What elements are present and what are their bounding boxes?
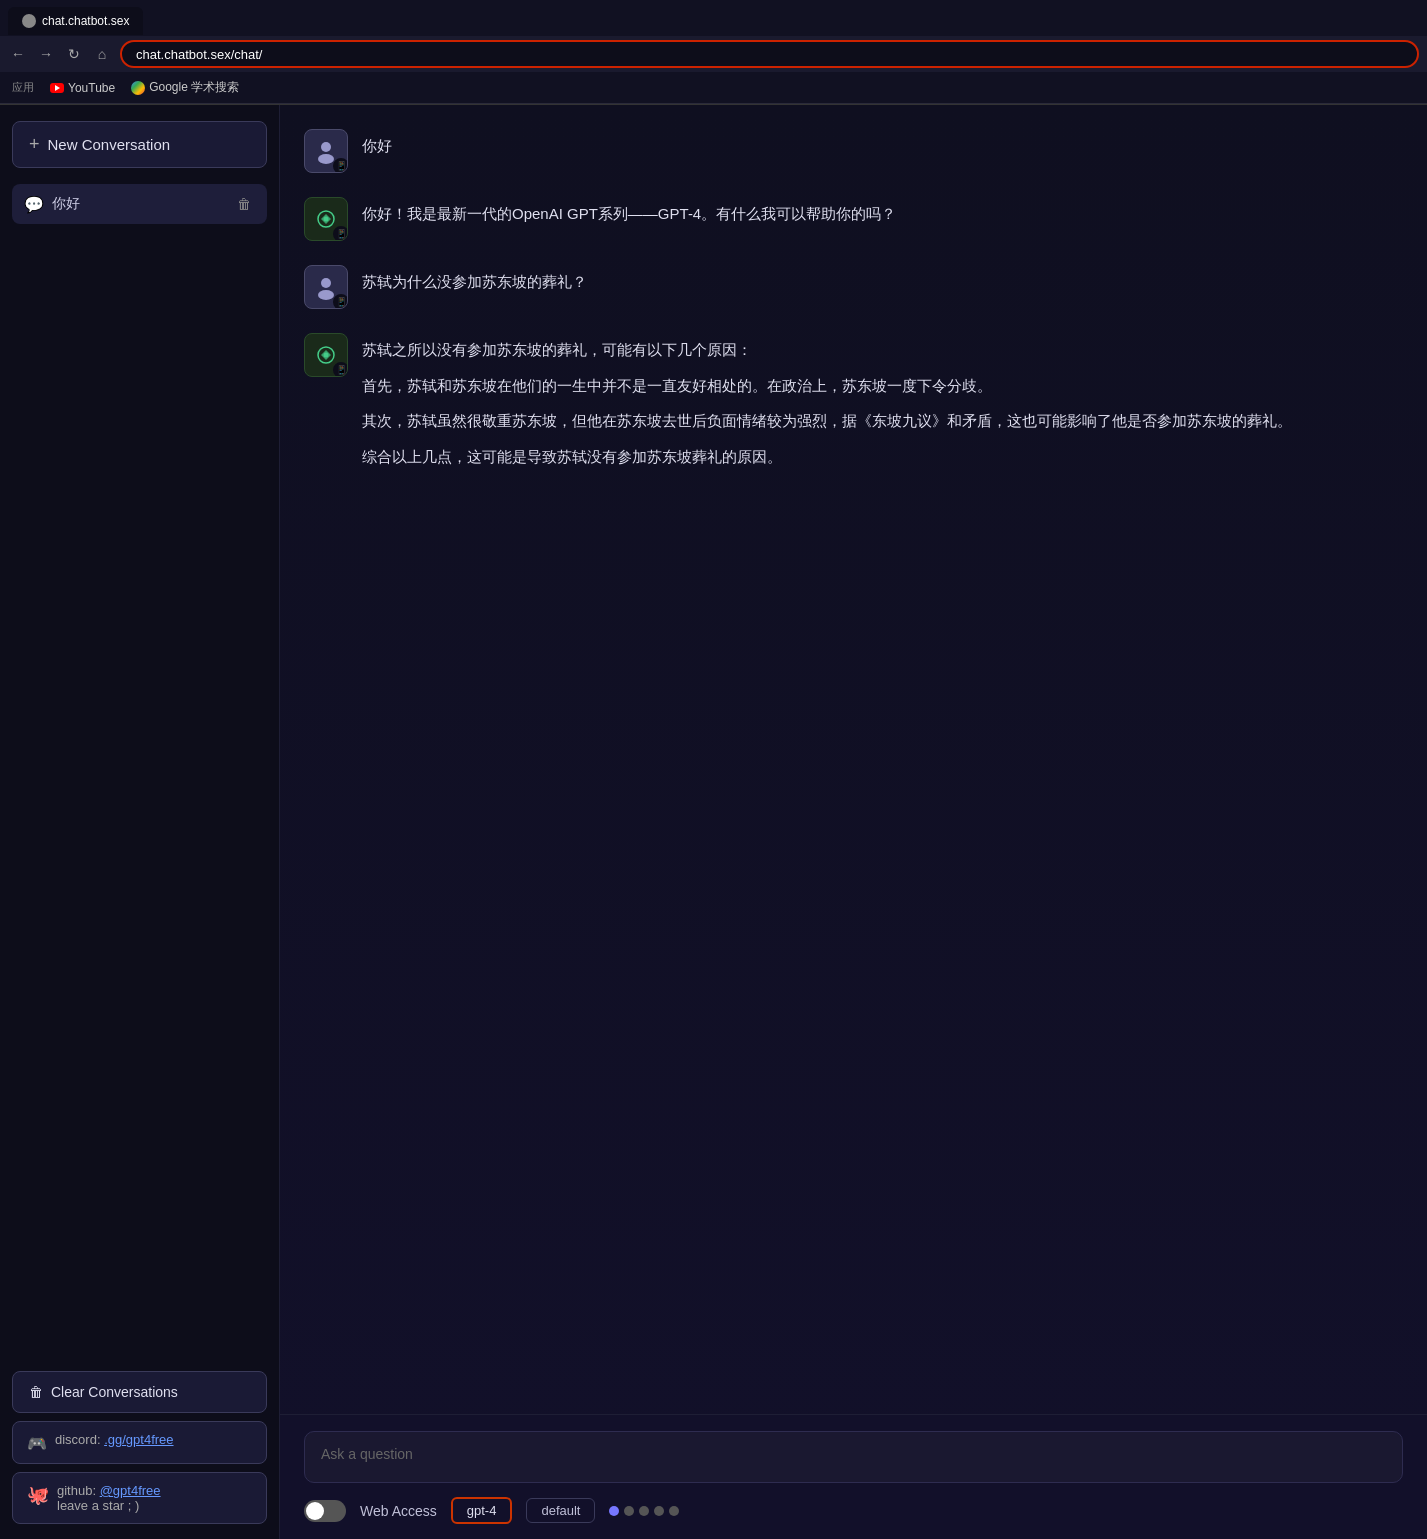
svg-marker-0 — [55, 85, 60, 91]
forward-button[interactable]: → — [36, 44, 56, 64]
ai2-para3: 其次，苏轼虽然很敬重苏东坡，但他在苏东坡去世后负面情绪较为强烈，据《东坡九议》和… — [362, 408, 1387, 434]
google-scholar-label: Google 学术搜索 — [149, 79, 239, 96]
active-tab[interactable]: chat.chatbot.sex — [8, 7, 143, 35]
tab-bar: chat.chatbot.sex — [0, 0, 1427, 36]
dot-1[interactable] — [609, 1506, 619, 1516]
new-conversation-label: New Conversation — [48, 136, 171, 153]
ai2-para2: 首先，苏轼和苏东坡在他们的一生中并不是一直友好相处的。在政治上，苏东坡一度下令分… — [362, 373, 1387, 399]
browser-chrome: chat.chatbot.sex ← → ↻ ⌂ chat.chatbot.se… — [0, 0, 1427, 105]
app-container: + New Conversation 💬 你好 🗑 🗑 Clear Conver… — [0, 105, 1427, 1539]
svg-point-8 — [324, 353, 329, 358]
discord-icon: 🎮 — [27, 1434, 47, 1453]
bookmark-youtube[interactable]: YouTube — [50, 81, 115, 95]
ai-avatar-badge-2: 📱 — [333, 362, 348, 377]
svg-point-5 — [321, 278, 331, 288]
conv-left: 💬 你好 — [24, 195, 80, 214]
clear-icon: 🗑 — [29, 1384, 43, 1400]
refresh-button[interactable]: ↻ — [64, 44, 84, 64]
dots-row — [609, 1506, 679, 1516]
input-controls: Web Access gpt-4 default — [304, 1497, 1403, 1524]
web-access-toggle[interactable] — [304, 1500, 346, 1522]
apps-label: 应用 — [12, 80, 34, 95]
github-icon: 🐙 — [27, 1484, 49, 1506]
discord-link[interactable]: .gg/gpt4free — [104, 1432, 173, 1447]
dot-2[interactable] — [624, 1506, 634, 1516]
sidebar-bottom: 🗑 Clear Conversations 🎮 discord: .gg/gpt… — [12, 1371, 267, 1524]
bookmarks-bar: 应用 YouTube Google 学术搜索 — [0, 72, 1427, 104]
url-text: chat.chatbot.sex/chat/ — [136, 47, 262, 62]
browser-controls: ← → ↻ ⌂ chat.chatbot.sex/chat/ — [0, 36, 1427, 72]
ai-avatar-2: 📱 — [304, 333, 348, 377]
home-button[interactable]: ⌂ — [92, 44, 112, 64]
new-conversation-button[interactable]: + New Conversation — [12, 121, 267, 168]
tab-favicon — [22, 14, 36, 28]
clear-conversations-button[interactable]: 🗑 Clear Conversations — [12, 1371, 267, 1413]
web-access-label: Web Access — [360, 1503, 437, 1519]
back-button[interactable]: ← — [8, 44, 28, 64]
message-row-user2: 📱 苏轼为什么没参加苏东坡的葬礼？ — [304, 265, 1387, 309]
delete-conversation-button[interactable]: 🗑 — [233, 194, 255, 214]
model-label: gpt-4 — [467, 1503, 497, 1518]
discord-label: discord: — [55, 1432, 104, 1447]
dot-4[interactable] — [654, 1506, 664, 1516]
youtube-icon — [50, 83, 64, 93]
message-text-user2: 苏轼为什么没参加苏东坡的葬礼？ — [362, 269, 1387, 295]
github-content: github: @gpt4free leave a star ; ) — [57, 1483, 161, 1513]
github-sub: leave a star ; ) — [57, 1498, 161, 1513]
user-avatar-1: 📱 — [304, 129, 348, 173]
dot-3[interactable] — [639, 1506, 649, 1516]
github-label: github: — [57, 1483, 100, 1498]
google-scholar-icon — [131, 81, 145, 95]
svg-point-6 — [318, 290, 334, 300]
message-content-user2: 苏轼为什么没参加苏东坡的葬礼？ — [362, 265, 1387, 295]
message-content-ai2: 苏轼之所以没有参加苏东坡的葬礼，可能有以下几个原因： 首先，苏轼和苏东坡在他们的… — [362, 333, 1387, 469]
conversation-item[interactable]: 💬 你好 🗑 — [12, 184, 267, 224]
input-placeholder: Ask a question — [321, 1446, 413, 1462]
chat-bubble-icon: 💬 — [24, 195, 44, 214]
toggle-knob — [306, 1502, 324, 1520]
message-row-user1: 📱 你好 — [304, 129, 1387, 173]
message-content-user1: 你好 — [362, 129, 1387, 159]
youtube-label: YouTube — [68, 81, 115, 95]
message-text-user1: 你好 — [362, 133, 1387, 159]
default-label: default — [541, 1503, 580, 1518]
conversation-list: 💬 你好 🗑 — [12, 184, 267, 1371]
discord-box: 🎮 discord: .gg/gpt4free — [12, 1421, 267, 1464]
ai-avatar-1: 📱 — [304, 197, 348, 241]
message-content-ai1: 你好！我是最新一代的OpenAI GPT系列——GPT-4。有什么我可以帮助你的… — [362, 197, 1387, 227]
input-area: Ask a question Web Access gpt-4 default — [280, 1414, 1427, 1539]
messages-container: 📱 你好 📱 你好！我是最新一代的OpenAI GPT系列—— — [280, 105, 1427, 1414]
clear-conversations-label: Clear Conversations — [51, 1384, 178, 1400]
ai-avatar-badge-1: 📱 — [333, 226, 348, 241]
tab-label: chat.chatbot.sex — [42, 14, 129, 28]
bookmark-google-scholar[interactable]: Google 学术搜索 — [131, 79, 239, 96]
discord-content: discord: .gg/gpt4free — [55, 1432, 174, 1447]
message-row-ai2: 📱 苏轼之所以没有参加苏东坡的葬礼，可能有以下几个原因： 首先，苏轼和苏东坡在他… — [304, 333, 1387, 469]
user-avatar-badge-2: 📱 — [333, 294, 348, 309]
conversation-title: 你好 — [52, 195, 80, 213]
message-text-ai1: 你好！我是最新一代的OpenAI GPT系列——GPT-4。有什么我可以帮助你的… — [362, 201, 1387, 227]
ai2-para4: 综合以上几点，这可能是导致苏轼没有参加苏东坡葬礼的原因。 — [362, 444, 1387, 470]
address-bar[interactable]: chat.chatbot.sex/chat/ — [120, 40, 1419, 68]
svg-point-2 — [318, 154, 334, 164]
message-text-ai2: 苏轼之所以没有参加苏东坡的葬礼，可能有以下几个原因： 首先，苏轼和苏东坡在他们的… — [362, 337, 1387, 469]
ai2-para1: 苏轼之所以没有参加苏东坡的葬礼，可能有以下几个原因： — [362, 337, 1387, 363]
default-selector[interactable]: default — [526, 1498, 595, 1523]
chat-input[interactable]: Ask a question — [304, 1431, 1403, 1483]
github-box: 🐙 github: @gpt4free leave a star ; ) — [12, 1472, 267, 1524]
sidebar: + New Conversation 💬 你好 🗑 🗑 Clear Conver… — [0, 105, 280, 1539]
dot-5[interactable] — [669, 1506, 679, 1516]
model-selector[interactable]: gpt-4 — [451, 1497, 513, 1524]
user-avatar-badge-1: 📱 — [333, 158, 348, 173]
user-avatar-2: 📱 — [304, 265, 348, 309]
plus-icon: + — [29, 134, 40, 155]
svg-point-1 — [321, 142, 331, 152]
message-row-ai1: 📱 你好！我是最新一代的OpenAI GPT系列——GPT-4。有什么我可以帮助… — [304, 197, 1387, 241]
chat-area: 📱 你好 📱 你好！我是最新一代的OpenAI GPT系列—— — [280, 105, 1427, 1539]
github-link[interactable]: @gpt4free — [100, 1483, 161, 1498]
svg-point-4 — [324, 217, 329, 222]
